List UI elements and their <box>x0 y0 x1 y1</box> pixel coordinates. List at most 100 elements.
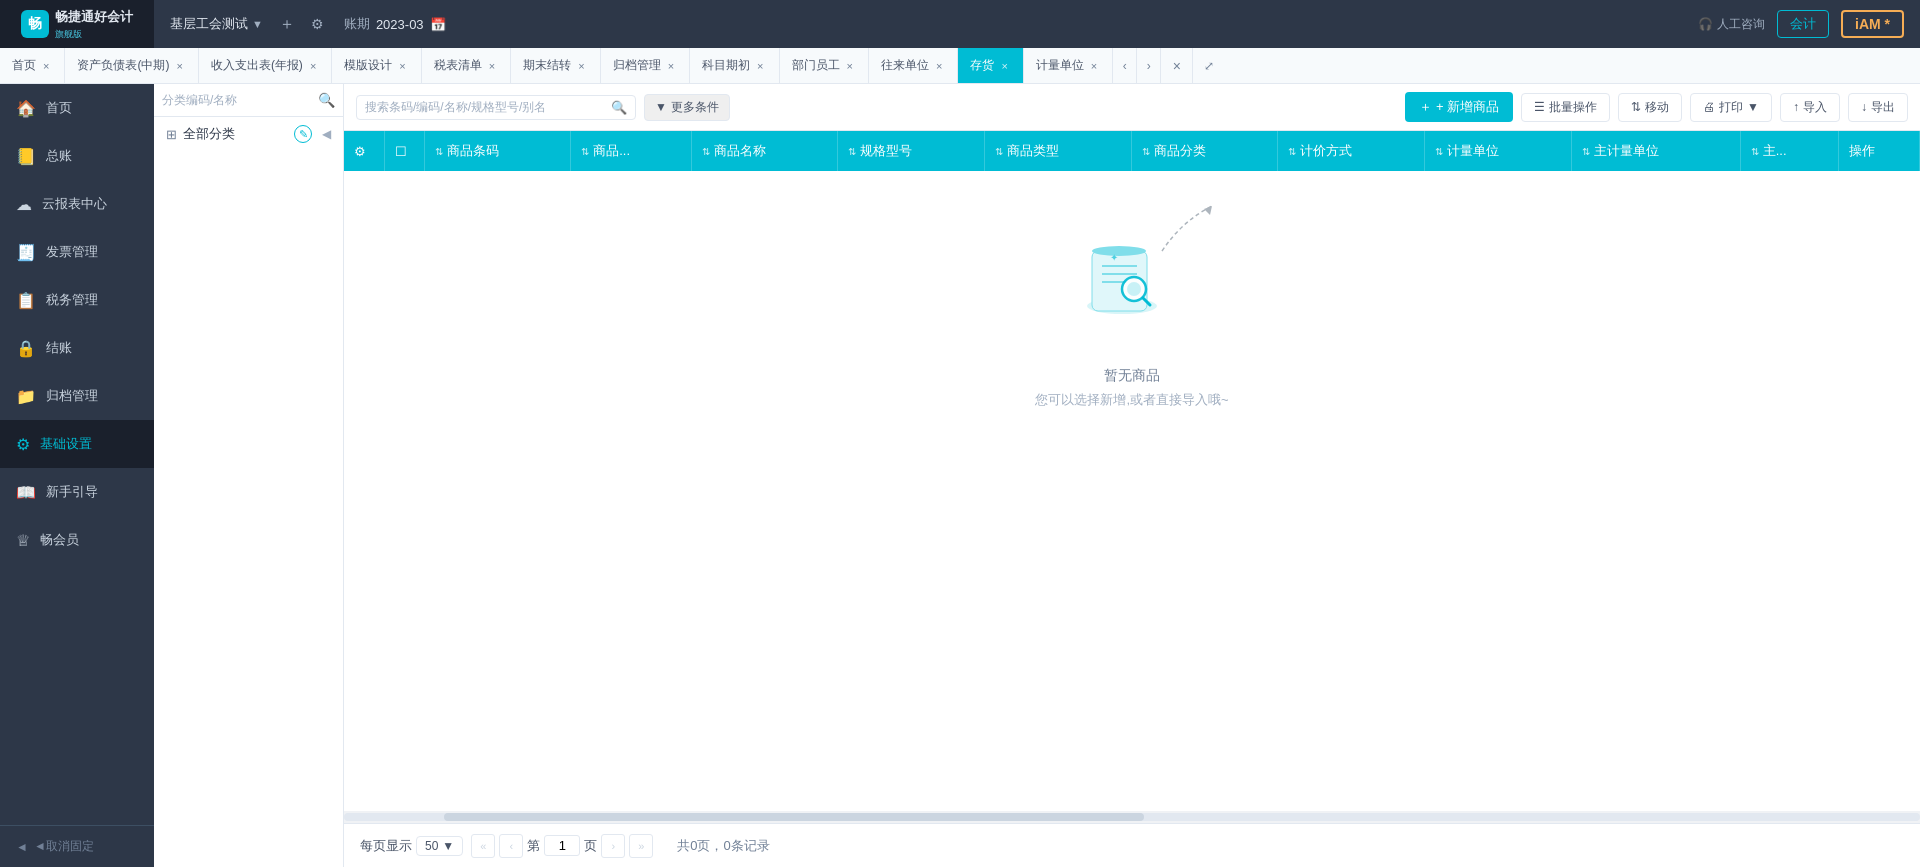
tab-balance-sheet[interactable]: 资产负债表(中期) × <box>65 48 198 84</box>
tab-prev-button[interactable]: ‹ <box>1113 48 1137 84</box>
sidebar-item-home-label: 首页 <box>46 99 72 117</box>
tab-contacts-close[interactable]: × <box>933 59 945 73</box>
col-spec[interactable]: ⇅规格型号 <box>838 131 985 171</box>
batch-label: 批量操作 <box>1549 99 1597 116</box>
category-search-icon[interactable]: 🔍 <box>318 92 335 108</box>
col-extra[interactable]: ⇅主... <box>1740 131 1838 171</box>
category-label: 全部分类 <box>183 125 235 143</box>
tab-dept-close[interactable]: × <box>844 59 856 73</box>
sidebar-item-archive[interactable]: 📁 归档管理 <box>0 372 154 420</box>
export-icon: ↓ <box>1861 100 1867 114</box>
add-tab-button[interactable]: ＋ <box>275 10 299 39</box>
tab-income[interactable]: 收入支出表(年报) × <box>199 48 332 84</box>
tab-unit-close[interactable]: × <box>1088 59 1100 73</box>
sidebar-item-invoice-label: 发票管理 <box>46 243 98 261</box>
col-name[interactable]: ⇅商品名称 <box>691 131 838 171</box>
company-selector[interactable]: 基层工会测试 ▼ <box>170 15 263 33</box>
category-edit-icon[interactable]: ✎ <box>294 125 312 143</box>
export-button[interactable]: ↓ 导出 <box>1848 93 1908 122</box>
tab-home[interactable]: 首页 × <box>0 48 65 84</box>
tab-period-transfer[interactable]: 期末结转 × <box>511 48 600 84</box>
product-search-input[interactable] <box>365 100 607 114</box>
settings-button[interactable]: ⚙ <box>307 12 328 36</box>
scrollbar-thumb[interactable] <box>444 813 1144 821</box>
tab-template[interactable]: 模版设计 × <box>332 48 421 84</box>
category-search-input[interactable] <box>162 93 314 107</box>
last-page-button[interactable]: » <box>629 834 653 858</box>
print-button[interactable]: 🖨 打印 ▼ <box>1690 93 1772 122</box>
tab-subject-close[interactable]: × <box>754 59 766 73</box>
tab-income-close[interactable]: × <box>307 59 319 73</box>
gear-icon: ⚙ <box>16 435 30 454</box>
sidebar-item-member[interactable]: ♕ 畅会员 <box>0 516 154 564</box>
company-name: 基层工会测试 <box>170 15 248 33</box>
home-icon: 🏠 <box>16 99 36 118</box>
tab-inventory[interactable]: 存货 × <box>958 48 1023 84</box>
sidebar-item-home[interactable]: 🏠 首页 <box>0 84 154 132</box>
first-page-icon: « <box>480 840 486 852</box>
page-size-label: 每页显示 <box>360 837 412 855</box>
tab-tax-close[interactable]: × <box>486 59 498 73</box>
sidebar-item-invoice[interactable]: 🧾 发票管理 <box>0 228 154 276</box>
sidebar-item-closing[interactable]: 🔒 结账 <box>0 324 154 372</box>
import-button[interactable]: ↑ 导入 <box>1780 93 1840 122</box>
sidebar-item-ledger[interactable]: 📒 总账 <box>0 132 154 180</box>
page-size-select-box[interactable]: 50 ▼ <box>416 836 463 856</box>
print-chevron-icon: ▼ <box>1747 100 1759 114</box>
sidebar-item-reports[interactable]: ☁ 云报表中心 <box>0 180 154 228</box>
col-type[interactable]: ⇅商品类型 <box>984 131 1131 171</box>
col-category[interactable]: ⇅商品分类 <box>1131 131 1278 171</box>
empty-title: 暂无商品 <box>1104 367 1160 385</box>
tab-contacts[interactable]: 往来单位 × <box>869 48 958 84</box>
first-page-button[interactable]: « <box>471 834 495 858</box>
empty-state: ✦ 暂无商品 您可以选择新增,或者直接导入哦~ <box>344 171 1920 469</box>
tab-next-button[interactable]: › <box>1137 48 1161 84</box>
move-label: 移动 <box>1645 99 1669 116</box>
tab-subject[interactable]: 科目期初 × <box>690 48 779 84</box>
add-product-button[interactable]: ＋ + 新增商品 <box>1405 92 1513 122</box>
col-barcode[interactable]: ⇅商品条码 <box>424 131 571 171</box>
next-page-button[interactable]: › <box>601 834 625 858</box>
tab-dept[interactable]: 部门员工 × <box>780 48 869 84</box>
account-button[interactable]: 会计 <box>1777 10 1829 38</box>
sidebar-item-guide[interactable]: 📖 新手引导 <box>0 468 154 516</box>
col-code[interactable]: ⇅商品... <box>571 131 692 171</box>
unpin-icon: ◄ <box>16 840 28 854</box>
horizontal-scrollbar[interactable] <box>344 811 1920 823</box>
filter-search-icon[interactable]: 🔍 <box>611 100 627 115</box>
support-button[interactable]: 🎧 人工咨询 <box>1698 16 1765 33</box>
col-checkbox[interactable]: ☐ <box>384 131 424 171</box>
tab-template-close[interactable]: × <box>396 59 408 73</box>
col-unit[interactable]: ⇅计量单位 <box>1424 131 1571 171</box>
iam-button[interactable]: iAM * <box>1841 10 1904 38</box>
tab-unit[interactable]: 计量单位 × <box>1024 48 1113 84</box>
product-table: ⚙ ☐ ⇅商品条码 ⇅商品... ⇅商品名称 ⇅规格型号 ⇅商品类型 ⇅商品分类… <box>344 131 1920 171</box>
tab-period-transfer-close[interactable]: × <box>575 59 587 73</box>
tab-expand-button[interactable]: ⤢ <box>1193 48 1225 84</box>
col-main-unit[interactable]: ⇅主计量单位 <box>1571 131 1740 171</box>
unpin-button[interactable]: ◄ ◄取消固定 <box>0 826 154 867</box>
prev-page-button[interactable]: ‹ <box>499 834 523 858</box>
move-button[interactable]: ⇅ 移动 <box>1618 93 1682 122</box>
sidebar-item-reports-label: 云报表中心 <box>42 195 107 213</box>
batch-operation-button[interactable]: ☰ 批量操作 <box>1521 93 1610 122</box>
sidebar-item-tax[interactable]: 📋 税务管理 <box>0 276 154 324</box>
calendar-icon[interactable]: 📅 <box>430 17 446 32</box>
tab-home-close[interactable]: × <box>40 59 52 73</box>
tab-close-all-button[interactable]: × <box>1161 48 1193 84</box>
app-sub: 旗舰版 <box>55 28 133 41</box>
col-pricing[interactable]: ⇅计价方式 <box>1278 131 1425 171</box>
category-header[interactable]: ⊞ 全部分类 ✎ ◀ <box>154 117 343 151</box>
more-filter-button[interactable]: ▼ 更多条件 <box>644 94 730 121</box>
filter-search-box: 🔍 <box>356 95 636 120</box>
sidebar-item-settings[interactable]: ⚙ 基础设置 <box>0 420 154 468</box>
tab-inventory-close[interactable]: × <box>998 59 1010 73</box>
batch-icon: ☰ <box>1534 100 1545 114</box>
tab-archive[interactable]: 归档管理 × <box>601 48 690 84</box>
col-settings[interactable]: ⚙ <box>344 131 384 171</box>
panel-collapse-icon[interactable]: ◀ <box>322 127 331 141</box>
tab-archive-close[interactable]: × <box>665 59 677 73</box>
page-number-input[interactable] <box>544 835 580 856</box>
tab-balance-sheet-close[interactable]: × <box>173 59 185 73</box>
tab-tax[interactable]: 税表清单 × <box>422 48 511 84</box>
